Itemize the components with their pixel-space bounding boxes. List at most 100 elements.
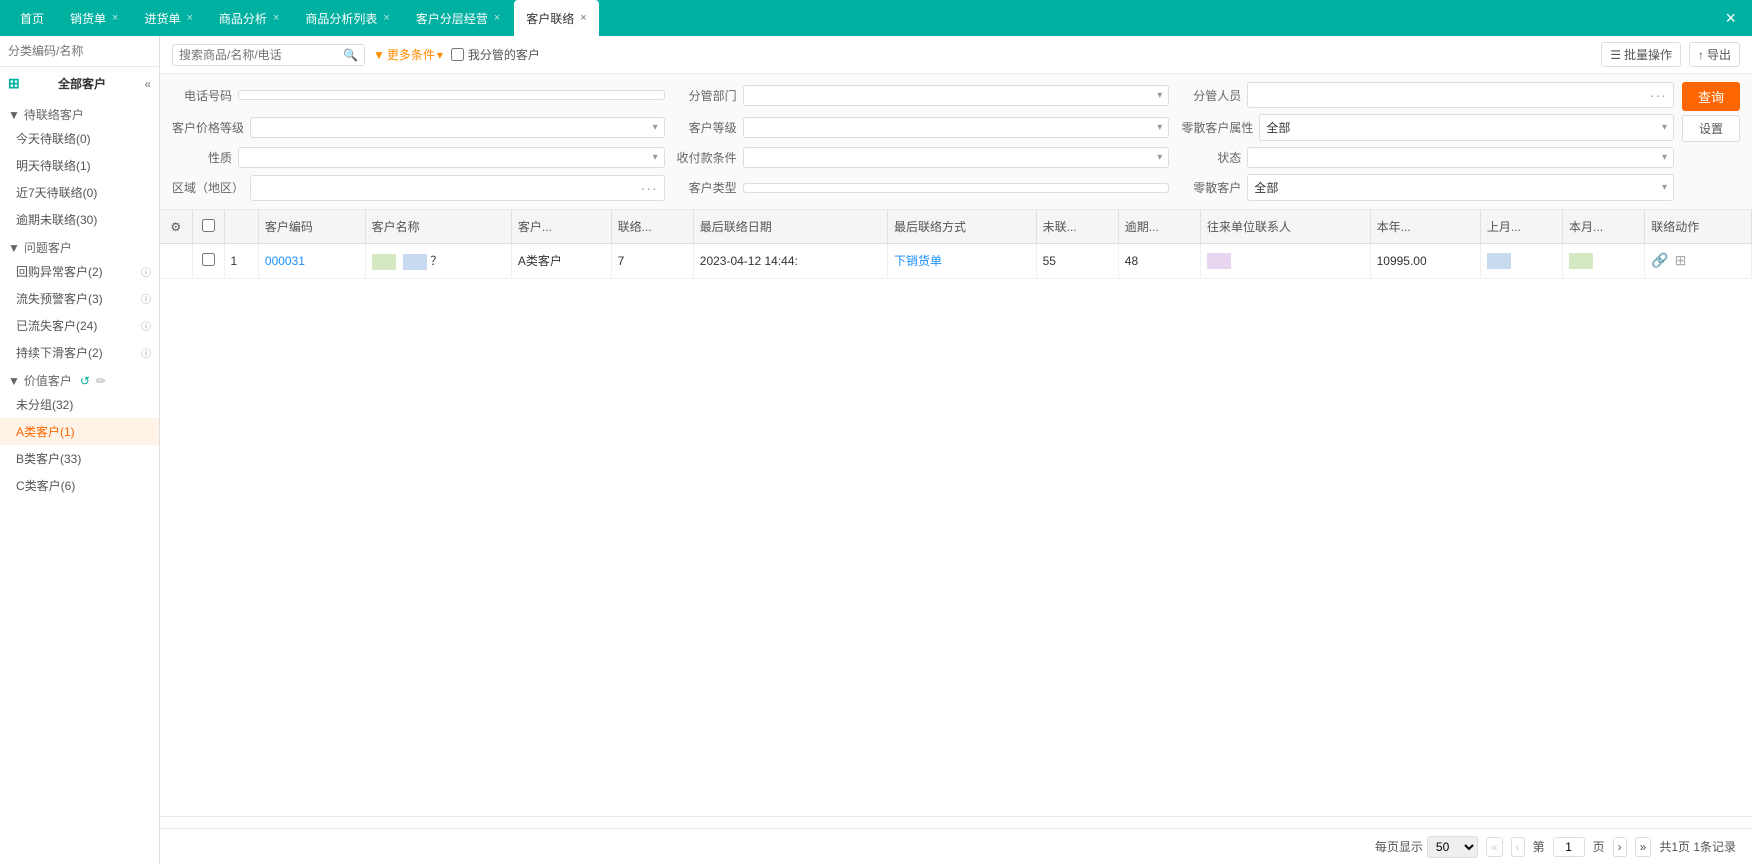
filter-retail-attr-select[interactable]: 全部▾	[1259, 114, 1674, 141]
filter-retail-customer: 零散客户 全部▾	[1181, 174, 1674, 201]
filter-payment-select[interactable]: ▾	[743, 147, 1170, 168]
main-search-input[interactable]	[179, 48, 339, 62]
th-last-contact-date[interactable]: 最后联络日期	[693, 210, 887, 244]
nav-tab-customer-contact[interactable]: 客户联络 ×	[514, 0, 598, 36]
query-button[interactable]: 查询	[1682, 82, 1740, 111]
first-page-btn[interactable]: «	[1486, 837, 1503, 857]
filter-customer-level-select[interactable]: ▾	[743, 117, 1170, 138]
th-no-contact[interactable]: 未联...	[1036, 210, 1118, 244]
more-filters-btn[interactable]: ▼ 更多条件 ▾	[373, 46, 443, 63]
batch-operation-btn[interactable]: ☰ 批量操作	[1601, 42, 1681, 67]
sidebar-item-churn-warning[interactable]: 流失预警客户(3) ⓘ	[0, 285, 159, 312]
export-btn[interactable]: ↑ 导出	[1689, 42, 1740, 67]
sidebar-item-today-contact[interactable]: 今天待联络(0)	[0, 125, 159, 152]
nav-tab-goods-analysis[interactable]: 商品分析 ×	[207, 0, 291, 36]
td-last-contact-way[interactable]: 下销货单	[887, 244, 1036, 279]
th-name[interactable]: 客户名称	[365, 210, 511, 244]
td-checkbox	[192, 244, 224, 279]
sidebar: 🔍 ⊞ 全部客户 « ▼ 待联络客户 今天待联络(0) 明天待联络(1) 近7天…	[0, 36, 160, 864]
page-size-selector: 每页显示 20 50 100 200	[1375, 836, 1478, 858]
sidebar-item-b-class[interactable]: B类客户(33)	[0, 445, 159, 472]
nav-tab-customer-segment[interactable]: 客户分层经营 ×	[404, 0, 512, 36]
filter-price-level-select[interactable]: ▾	[250, 117, 665, 138]
sidebar-item-unclassified[interactable]: 未分组(32)	[0, 391, 159, 418]
info-icon-1: ⓘ	[141, 291, 151, 306]
last-contact-way-link[interactable]: 下销货单	[894, 254, 942, 268]
sidebar-item-declining[interactable]: 持续下滑客户(2) ⓘ	[0, 339, 159, 366]
filter-status-select[interactable]: ▾	[1247, 147, 1674, 168]
nav-tab-purchase[interactable]: 进货单 ×	[132, 0, 204, 36]
filter-customer-type-label: 客户类型	[677, 179, 737, 196]
th-last-month[interactable]: 上月...	[1480, 210, 1562, 244]
value-refresh-icon[interactable]: ↺	[80, 374, 90, 388]
section-arrow-icon2: ▼	[8, 241, 20, 255]
td-name: ？	[365, 244, 511, 279]
batch-icon: ☰	[1610, 48, 1621, 62]
close-customer-contact-tab[interactable]: ×	[580, 12, 586, 24]
th-overdue[interactable]: 逾期...	[1118, 210, 1200, 244]
filter-dept-label: 分管部门	[677, 87, 737, 104]
th-this-year[interactable]: 本年...	[1370, 210, 1480, 244]
page-number-input[interactable]	[1553, 837, 1585, 857]
th-settings[interactable]: ⚙	[160, 210, 192, 244]
info-icon-3: ⓘ	[141, 345, 151, 360]
sidebar-grid-icon: ⊞	[8, 75, 20, 92]
th-index	[224, 210, 258, 244]
sidebar-item-repurchase-abnormal[interactable]: 回购异常客户(2) ⓘ	[0, 258, 159, 285]
action-grid-icon[interactable]: ⊞	[1675, 252, 1687, 269]
sidebar-search-input[interactable]	[8, 44, 160, 58]
filter-phone: 电话号码	[172, 87, 665, 104]
last-page-btn[interactable]: »	[1635, 837, 1652, 857]
sidebar-item-tomorrow-contact[interactable]: 明天待联络(1)	[0, 152, 159, 179]
close-goods-analysis-tab[interactable]: ×	[273, 12, 279, 24]
close-goods-analysis-list-tab[interactable]: ×	[383, 12, 389, 24]
th-last-contact-way[interactable]: 最后联络方式	[887, 210, 1036, 244]
nav-tab-home[interactable]: 首页	[8, 0, 56, 36]
horizontal-scrollbar[interactable]	[160, 816, 1752, 828]
filter-retail-customer-select[interactable]: 全部▾	[1247, 174, 1674, 201]
filter-phone-input[interactable]	[238, 90, 665, 100]
close-customer-segment-tab[interactable]: ×	[494, 12, 500, 24]
filter-manager: 分管人员 ···	[1181, 82, 1674, 108]
page-size-select[interactable]: 20 50 100 200	[1427, 836, 1478, 858]
settings-button[interactable]: 设置	[1682, 115, 1740, 142]
value-edit-icon[interactable]: ✏	[96, 374, 106, 388]
close-sales-tab[interactable]: ×	[112, 12, 118, 24]
next-page-btn[interactable]: ›	[1613, 837, 1627, 857]
this-month-color	[1569, 253, 1593, 269]
td-code[interactable]: 000031	[258, 244, 365, 279]
main-search-icon[interactable]: 🔍	[343, 48, 358, 62]
sidebar-item-week-contact[interactable]: 近7天待联络(0)	[0, 179, 159, 206]
filter-region: 区域（地区） ···	[172, 175, 665, 201]
close-all-tabs[interactable]: ×	[1717, 8, 1744, 29]
prev-page-btn[interactable]: ‹	[1511, 837, 1525, 857]
sidebar-item-c-class[interactable]: C类客户(6)	[0, 472, 159, 499]
th-code[interactable]: 客户编码	[258, 210, 365, 244]
sidebar-item-overdue-contact[interactable]: 逾期未联络(30)	[0, 206, 159, 233]
filter-payment: 收付款条件 ▾	[677, 147, 1170, 168]
nav-tab-goods-analysis-list[interactable]: 商品分析列表 ×	[293, 0, 401, 36]
th-unit-contact[interactable]: 往来单位联系人	[1200, 210, 1370, 244]
sidebar-item-a-class[interactable]: A类客户(1)	[0, 418, 159, 445]
filter-region-input[interactable]: ···	[250, 175, 665, 201]
nav-tab-sales[interactable]: 销货单 ×	[58, 0, 130, 36]
sidebar-collapse-icon[interactable]: «	[144, 77, 151, 91]
filter-customer-type-input[interactable]	[743, 183, 1170, 193]
my-customers-checkbox[interactable]	[451, 48, 464, 61]
close-purchase-tab[interactable]: ×	[186, 12, 192, 24]
action-link-icon[interactable]: 🔗	[1651, 252, 1668, 269]
filter-nature-select[interactable]: ▾	[238, 147, 665, 168]
th-type[interactable]: 客户...	[511, 210, 611, 244]
action-cell: 🔗 ⊞	[1651, 252, 1745, 269]
pagination-bar: 每页显示 20 50 100 200 « ‹ 第 页 › » 共1页 1条记录	[160, 828, 1752, 864]
filter-manager-input[interactable]: ···	[1247, 82, 1674, 108]
th-this-month[interactable]: 本月...	[1563, 210, 1645, 244]
customer-table-container: ⚙ 客户编码 客户名称 客户...	[160, 210, 1752, 816]
sidebar-item-churned[interactable]: 已流失客户(24) ⓘ	[0, 312, 159, 339]
select-all-checkbox[interactable]	[202, 219, 215, 232]
filter-status-label: 状态	[1181, 149, 1241, 166]
th-contact[interactable]: 联络...	[611, 210, 693, 244]
sidebar-all-customers-header: ⊞ 全部客户 «	[0, 67, 159, 100]
row-checkbox[interactable]	[202, 253, 215, 266]
filter-dept-select[interactable]: ▾	[743, 85, 1170, 106]
